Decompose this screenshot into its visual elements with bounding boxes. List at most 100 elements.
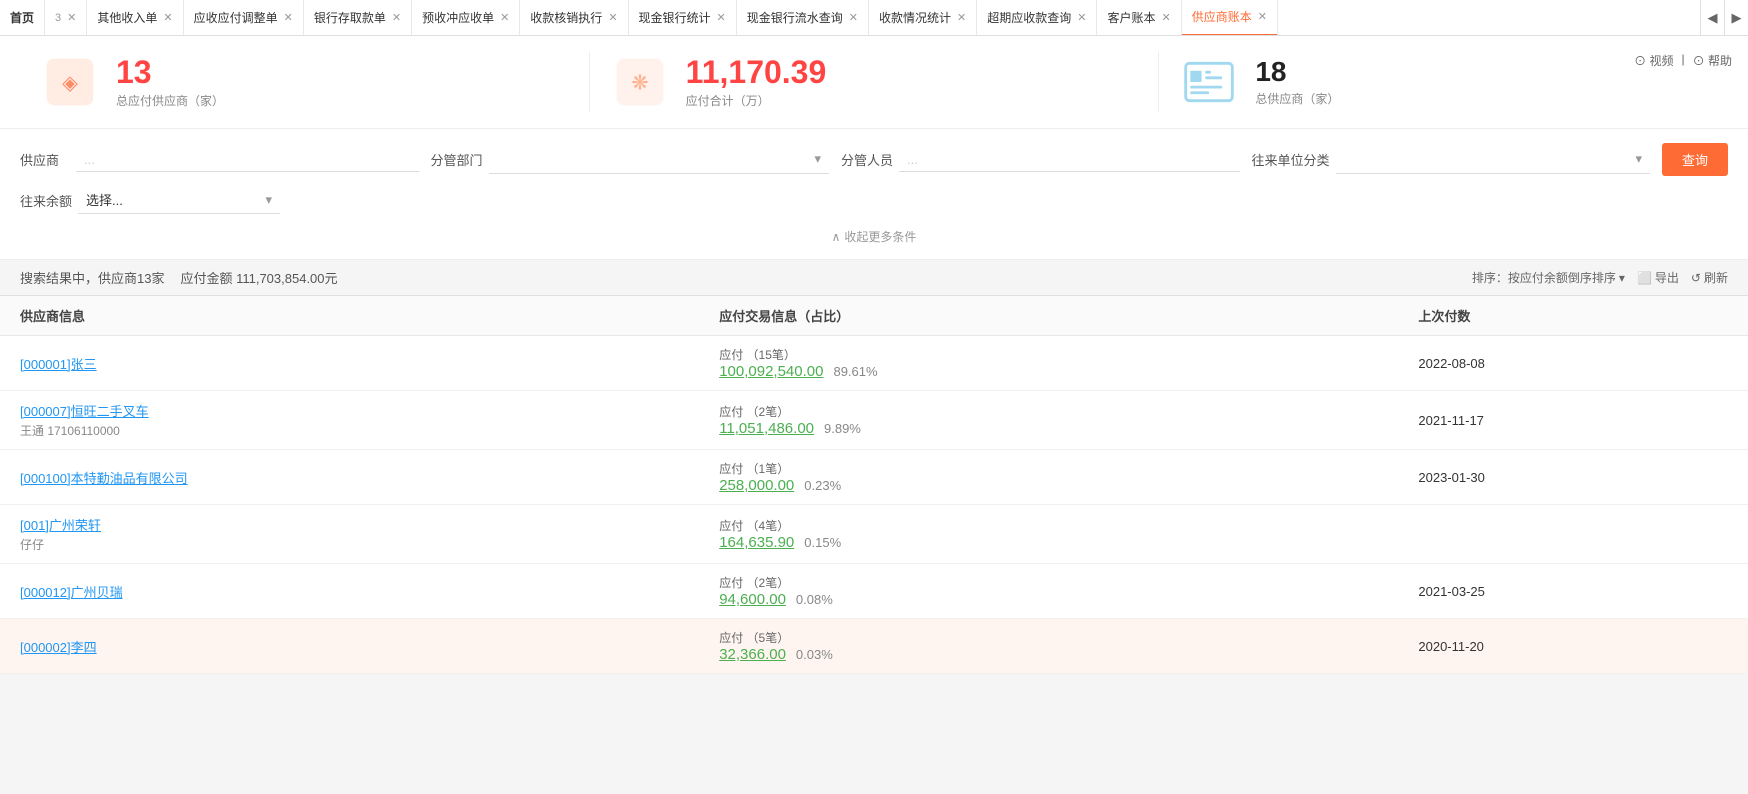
pay-type-label: 应付 （2笔） xyxy=(719,405,789,419)
payable-info-cell: 应付 （4笔）164,635.900.15% xyxy=(699,505,1398,564)
sort-label[interactable]: 排序：按应付余额倒序排序 ▾ xyxy=(1472,269,1625,286)
payable-info-cell: 应付 （2笔）11,051,486.009.89% xyxy=(699,391,1398,450)
category-select[interactable]: ▾ xyxy=(1336,146,1650,174)
tab-collection[interactable]: 收款核销执行 ✕ xyxy=(520,0,628,36)
tab-overdue[interactable]: 超期应收款查询 ✕ xyxy=(977,0,1097,36)
total-label: 总供应商（家） xyxy=(1255,90,1339,107)
query-button[interactable]: 查询 xyxy=(1662,143,1728,176)
amount-link[interactable]: 100,092,540.00 xyxy=(719,363,823,380)
amount-link[interactable]: 258,000.00 xyxy=(719,477,794,494)
refresh-icon: ↺ xyxy=(1691,271,1701,285)
chevron-down-icon-2: ▾ xyxy=(1635,151,1642,167)
supplier-table: 供应商信息 应付交易信息（占比） 上次付数 [000001]张三应付 （15笔）… xyxy=(0,296,1748,674)
close-collection-stat[interactable]: ✕ xyxy=(957,11,966,24)
export-button[interactable]: ⬜ 导出 xyxy=(1637,269,1679,286)
supplier-info-cell: [000012]广州贝瑞 xyxy=(0,564,699,619)
supplier-link[interactable]: [000002]李四 xyxy=(20,640,97,655)
tab-supplier-ledger[interactable]: 供应商账本 ✕ xyxy=(1182,0,1278,36)
supplier-link[interactable]: [000001]张三 xyxy=(20,357,97,372)
table-body: [000001]张三 应付 （15笔）100,092,540.0089.61% 20… xyxy=(0,336,1748,674)
tab-home[interactable]: 首页 xyxy=(0,0,45,36)
nav-arrow-right[interactable]: ▶ xyxy=(1724,0,1748,36)
payable-info-cell: 应付 （2笔）94,600.00 0.08% xyxy=(699,564,1398,619)
supplier-info-cell: [000002]李四 xyxy=(0,619,699,674)
help-icon: ⊙ xyxy=(1693,54,1705,68)
help-link[interactable]: ⊙ 帮助 xyxy=(1693,52,1732,69)
supplier-link[interactable]: [000012]广州贝瑞 xyxy=(20,585,123,600)
filter-balance: 往来余额 选择... ▾ xyxy=(20,186,280,214)
filter-supplier: 供应商 xyxy=(20,148,419,172)
supplier-info-cell: [000001]张三 xyxy=(0,336,699,391)
close-other-income[interactable]: ✕ xyxy=(163,11,172,24)
nav-arrow-left[interactable]: ◀ xyxy=(1700,0,1724,36)
close-tab-3[interactable]: ✕ xyxy=(67,11,76,24)
percent-label: 0.23% xyxy=(804,478,841,493)
col-payable-info: 应付交易信息（占比） xyxy=(699,296,1398,336)
close-supplier-ledger[interactable]: ✕ xyxy=(1258,10,1267,23)
filter-department: 分管部门 ▾ xyxy=(431,146,830,174)
scroll-container: 供应商信息 应付交易信息（占比） 上次付数 [000001]张三应付 （15笔）… xyxy=(0,296,1748,674)
top-nav: 首页 3 ✕ 其他收入单 ✕ 应收应付调整单 ✕ 银行存取款单 ✕ 预收冲应收单… xyxy=(0,0,1748,36)
supplier-input[interactable] xyxy=(76,148,419,172)
close-overdue[interactable]: ✕ xyxy=(1077,11,1086,24)
payable-icon: ◈ xyxy=(40,52,100,112)
person-input[interactable] xyxy=(899,148,1239,172)
tab-other-income[interactable]: 其他收入单 ✕ xyxy=(87,0,183,36)
video-link[interactable]: ⊙ 视频 xyxy=(1634,52,1673,69)
tab-customer-ledger[interactable]: 客户账本 ✕ xyxy=(1097,0,1181,36)
close-cash-bank-stat[interactable]: ✕ xyxy=(717,11,726,24)
percent-label: 0.08% xyxy=(796,592,833,607)
supplier-sub-info: 仔仔 xyxy=(20,536,679,553)
svg-text:❋: ❋ xyxy=(631,71,648,94)
table-row: [000012]广州贝瑞 应付 （2笔）94,600.00 0.08% 2021-03… xyxy=(0,564,1748,619)
close-adjustment[interactable]: ✕ xyxy=(284,11,293,24)
payable-info-cell: 应付 （15笔）100,092,540.0089.61% xyxy=(699,336,1398,391)
summary-card-amount: ❋ 11,170.39 应付合计（万） xyxy=(590,52,1160,112)
amount-icon: ❋ xyxy=(610,52,670,112)
tab-bank[interactable]: 银行存取款单 ✕ xyxy=(304,0,412,36)
result-actions: 排序：按应付余额倒序排序 ▾ ⬜ 导出 ↺ 刷新 xyxy=(1472,269,1728,286)
close-customer-ledger[interactable]: ✕ xyxy=(1161,11,1170,24)
filter-category: 往来单位分类 ▾ xyxy=(1252,146,1651,174)
sort-arrow-icon: ▾ xyxy=(1619,271,1625,285)
total-content: 18 总供应商（家） xyxy=(1255,58,1339,107)
filter-row-1: 供应商 分管部门 ▾ 分管人员 往来单位分类 ▾ 查询 xyxy=(20,143,1728,176)
tab-advance[interactable]: 预收冲应收单 ✕ xyxy=(412,0,520,36)
amount-link[interactable]: 164,635.90 xyxy=(719,534,794,551)
chevron-down-icon: ▾ xyxy=(814,151,821,167)
amount-link[interactable]: 94,600.00 xyxy=(719,591,786,608)
pay-type-label: 应付 （4笔） xyxy=(719,519,789,533)
department-label: 分管部门 xyxy=(431,150,483,169)
result-supplier-count: 搜索结果中，供应商13家 xyxy=(20,268,164,287)
table-row: [000100]本特勤油品有限公司应付 （1笔）258,000.000.23%2… xyxy=(0,450,1748,505)
tab-cash-bank-stat[interactable]: 现金银行统计 ✕ xyxy=(629,0,737,36)
supplier-link[interactable]: [001]广州荣轩 xyxy=(20,518,101,533)
payable-content: 13 总应付供应商（家） xyxy=(116,56,224,109)
department-select[interactable]: ▾ xyxy=(489,146,829,174)
amount-value: 11,170.39 xyxy=(686,56,827,88)
balance-select[interactable]: 选择... ▾ xyxy=(78,186,280,214)
filter-person: 分管人员 xyxy=(841,148,1240,172)
close-cash-flow[interactable]: ✕ xyxy=(849,11,858,24)
close-advance[interactable]: ✕ xyxy=(500,11,509,24)
close-collection[interactable]: ✕ xyxy=(608,11,617,24)
refresh-button[interactable]: ↺ 刷新 xyxy=(1691,269,1728,286)
tab-adjustment[interactable]: 应收应付调整单 ✕ xyxy=(184,0,304,36)
last-pay-cell: 2023-01-30 xyxy=(1398,450,1748,505)
tab-3[interactable]: 3 ✕ xyxy=(45,0,87,36)
collapse-button[interactable]: ∧ 收起更多条件 xyxy=(20,224,1728,249)
pay-type-label: 应付 （2笔） xyxy=(719,576,789,590)
amount-link[interactable]: 11,051,486.00 xyxy=(719,420,814,437)
amount-link[interactable]: 32,366.00 xyxy=(719,646,786,663)
supplier-link[interactable]: [000007]恒旺二手叉车 xyxy=(20,404,149,419)
tab-collection-stat[interactable]: 收款情况统计 ✕ xyxy=(869,0,977,36)
close-bank[interactable]: ✕ xyxy=(392,11,401,24)
supplier-link[interactable]: [000100]本特勤油品有限公司 xyxy=(20,471,188,486)
last-pay-cell: 2021-03-25 xyxy=(1398,564,1748,619)
payable-info-cell: 应付 （1笔）258,000.000.23% xyxy=(699,450,1398,505)
col-last-pay: 上次付数 xyxy=(1398,296,1748,336)
payable-label: 总应付供应商（家） xyxy=(116,92,224,109)
table-row: [000007]恒旺二手叉车王通 17106110000应付 （2笔）11,05… xyxy=(0,391,1748,450)
tab-cash-flow[interactable]: 现金银行流水查询 ✕ xyxy=(737,0,869,36)
table-row: [001]广州荣轩仔仔 应付 （4笔）164,635.900.15% xyxy=(0,505,1748,564)
